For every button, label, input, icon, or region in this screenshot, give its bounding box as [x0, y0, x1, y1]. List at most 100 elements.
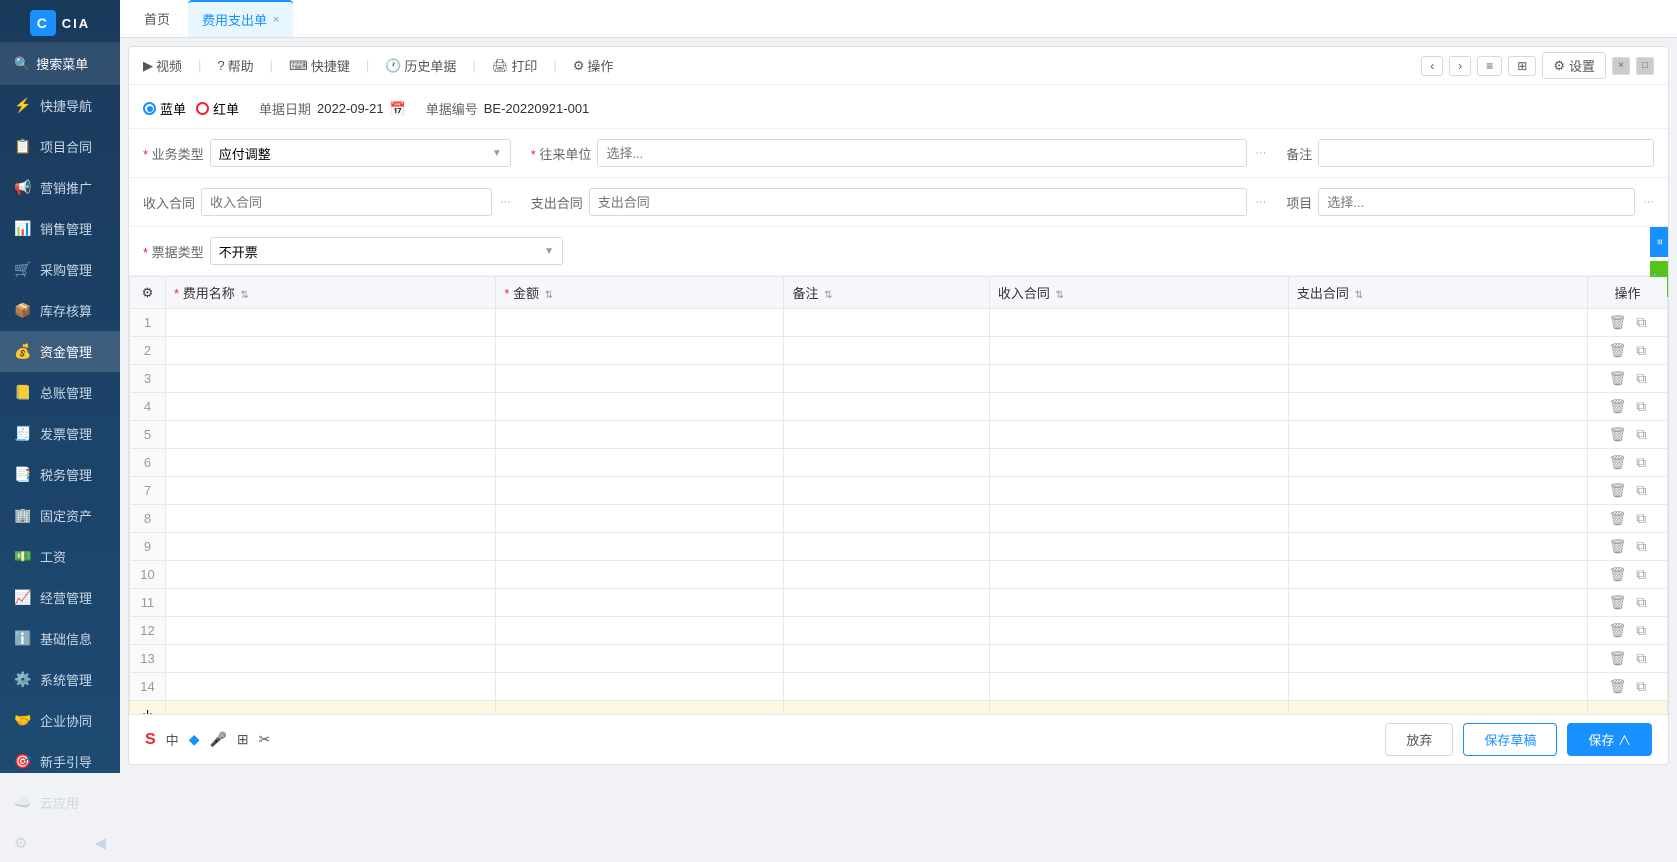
expense-contract-cell-2[interactable]	[1288, 337, 1587, 365]
business-type-select[interactable]: 应付调整 ▼	[210, 139, 511, 167]
sort-expense-name-icon[interactable]: ⇅	[240, 290, 248, 301]
expense-contract-cell-8[interactable]	[1288, 505, 1587, 533]
sidebar-item-enterprise[interactable]: 🤝 企业协同	[0, 700, 120, 741]
expense-name-cell-10[interactable]	[166, 561, 496, 589]
sidebar-item-new-user[interactable]: 🎯 新手引导	[0, 741, 120, 782]
amount-cell-5[interactable]	[496, 421, 784, 449]
sidebar-item-tax[interactable]: 📑 税务管理	[0, 454, 120, 495]
window-close-button[interactable]: ×	[1612, 57, 1630, 75]
copy-row-3-button[interactable]: ⧉	[1633, 370, 1649, 387]
note-cell-4[interactable]	[784, 393, 989, 421]
delete-row-10-button[interactable]: 🗑	[1606, 566, 1630, 583]
tab-expense[interactable]: 费用支出单 ×	[188, 0, 293, 37]
note-cell-7[interactable]	[784, 477, 989, 505]
sidebar-item-cloud[interactable]: ☁️ 云应用	[0, 782, 120, 823]
income-contract-input[interactable]	[201, 188, 492, 216]
expense-name-cell-2[interactable]	[166, 337, 496, 365]
expense-contract-cell-1[interactable]	[1288, 309, 1587, 337]
note-input[interactable]	[1318, 139, 1654, 167]
doc-num-value[interactable]: BE-20220921-001	[484, 101, 590, 116]
income-contract-dots[interactable]: ···	[500, 196, 511, 208]
delete-row-7-button[interactable]: 🗑	[1606, 482, 1630, 499]
expense-name-cell-13[interactable]	[166, 645, 496, 673]
expense-contract-cell-5[interactable]	[1288, 421, 1587, 449]
income-contract-cell-2[interactable]	[989, 337, 1288, 365]
copy-row-8-button[interactable]: ⧉	[1633, 510, 1649, 527]
save-draft-button[interactable]: 保存草稿	[1463, 723, 1557, 756]
sort-amount-icon[interactable]: ⇅	[545, 290, 553, 301]
copy-row-6-button[interactable]: ⧉	[1633, 454, 1649, 471]
expense-contract-cell-14[interactable]	[1288, 673, 1587, 701]
copy-row-12-button[interactable]: ⧉	[1633, 622, 1649, 639]
toolbar-operations[interactable]: ⚙ 操作	[573, 56, 614, 75]
chinese-input-icon[interactable]: 中	[166, 730, 179, 749]
copy-row-14-button[interactable]: ⧉	[1633, 678, 1649, 695]
amount-cell-4[interactable]	[496, 393, 784, 421]
delete-row-8-button[interactable]: 🗑	[1606, 510, 1630, 527]
expense-contract-cell-9[interactable]	[1288, 533, 1587, 561]
amount-cell-13[interactable]	[496, 645, 784, 673]
toolbar-history[interactable]: 🕐 历史单据	[385, 56, 456, 75]
amount-cell-10[interactable]	[496, 561, 784, 589]
sidebar-item-purchase[interactable]: 🛒 采购管理	[0, 249, 120, 290]
mic-icon[interactable]: 🎤	[209, 731, 226, 748]
amount-cell-8[interactable]	[496, 505, 784, 533]
income-contract-cell-5[interactable]	[989, 421, 1288, 449]
discard-button[interactable]: 放弃	[1385, 723, 1453, 756]
delete-row-5-button[interactable]: 🗑	[1606, 426, 1630, 443]
sort-income-icon[interactable]: ⇅	[1056, 290, 1064, 301]
amount-cell-11[interactable]	[496, 589, 784, 617]
note-cell-1[interactable]	[784, 309, 989, 337]
calendar-icon[interactable]: 📅	[390, 101, 406, 117]
list-view-button[interactable]: ≡	[1477, 56, 1502, 76]
note-cell-10[interactable]	[784, 561, 989, 589]
expense-contract-cell-6[interactable]	[1288, 449, 1587, 477]
sidebar-item-basic-info[interactable]: ℹ️ 基础信息	[0, 618, 120, 659]
nav-prev-button[interactable]: ‹	[1421, 56, 1443, 76]
scissors-icon[interactable]: ✂	[259, 731, 271, 748]
income-contract-cell-13[interactable]	[989, 645, 1288, 673]
note-cell-8[interactable]	[784, 505, 989, 533]
income-contract-cell-4[interactable]	[989, 393, 1288, 421]
income-contract-cell-8[interactable]	[989, 505, 1288, 533]
delete-row-1-button[interactable]: 🗑	[1606, 314, 1630, 331]
note-cell-12[interactable]	[784, 617, 989, 645]
expense-name-cell-8[interactable]	[166, 505, 496, 533]
expense-name-cell-9[interactable]	[166, 533, 496, 561]
delete-row-3-button[interactable]: 🗑	[1606, 370, 1630, 387]
date-value[interactable]: 2022-09-21	[317, 101, 384, 116]
delete-row-4-button[interactable]: 🗑	[1606, 398, 1630, 415]
sidebar-settings-icon[interactable]: ⚙	[14, 834, 27, 852]
sidebar-item-system[interactable]: ⚙️ 系统管理	[0, 659, 120, 700]
expense-contract-cell-4[interactable]	[1288, 393, 1587, 421]
income-contract-cell-10[interactable]	[989, 561, 1288, 589]
toolbar-print[interactable]: 🖨 打印	[492, 56, 538, 75]
sidebar-item-fixed-assets[interactable]: 🏢 固定资产	[0, 495, 120, 536]
note-cell-3[interactable]	[784, 365, 989, 393]
expense-name-cell-1[interactable]	[166, 309, 496, 337]
tab-close-icon[interactable]: ×	[273, 14, 279, 26]
amount-cell-2[interactable]	[496, 337, 784, 365]
delete-row-12-button[interactable]: 🗑	[1606, 622, 1630, 639]
sort-expense-icon[interactable]: ⇅	[1355, 290, 1363, 301]
amount-cell-14[interactable]	[496, 673, 784, 701]
toolbar-video[interactable]: ▶ 视频	[143, 56, 182, 75]
delete-row-6-button[interactable]: 🗑	[1606, 454, 1630, 471]
sidebar-item-project-contract[interactable]: 📋 项目合同	[0, 126, 120, 167]
delete-row-2-button[interactable]: 🗑	[1606, 342, 1630, 359]
income-contract-cell-12[interactable]	[989, 617, 1288, 645]
project-input[interactable]	[1318, 188, 1635, 216]
radio-red[interactable]: 红单	[196, 99, 239, 118]
copy-row-11-button[interactable]: ⧉	[1633, 594, 1649, 611]
income-contract-cell-6[interactable]	[989, 449, 1288, 477]
income-contract-cell-1[interactable]	[989, 309, 1288, 337]
sidebar-item-payroll[interactable]: 💵 工资	[0, 536, 120, 577]
note-cell-13[interactable]	[784, 645, 989, 673]
diamond-icon[interactable]: ◆	[189, 731, 200, 748]
sort-note-icon[interactable]: ⇅	[824, 290, 832, 301]
copy-row-10-button[interactable]: ⧉	[1633, 566, 1649, 583]
copy-row-5-button[interactable]: ⧉	[1633, 426, 1649, 443]
col-gear[interactable]: ⚙	[130, 277, 166, 309]
sidebar-item-operations[interactable]: 📈 经营管理	[0, 577, 120, 618]
copy-row-13-button[interactable]: ⧉	[1633, 650, 1649, 667]
